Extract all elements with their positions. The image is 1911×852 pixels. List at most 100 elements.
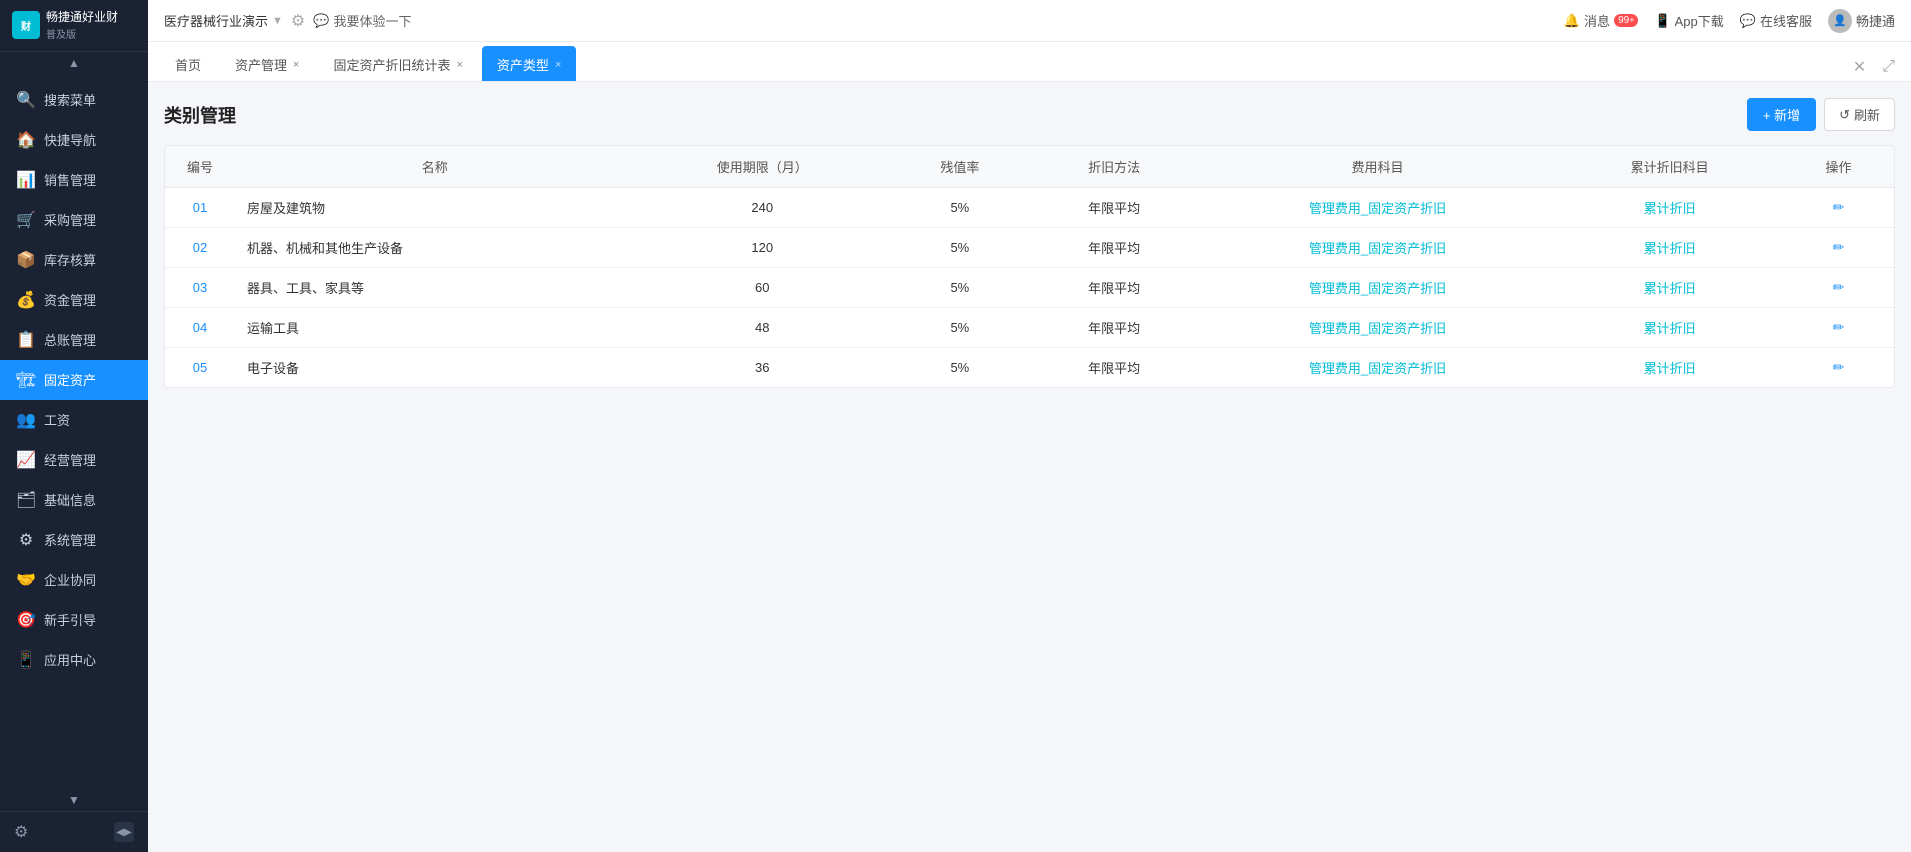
tab-home[interactable]: 首页 [160, 46, 216, 81]
cell-action[interactable]: ✏ [1783, 308, 1894, 348]
online-service-button[interactable]: 💬 在线客服 [1740, 11, 1812, 30]
sidebar-icon-inventory: 📦 [16, 250, 36, 270]
table-header-col: 名称 [235, 146, 635, 188]
tab-label-asset-type: 资产类型 [497, 55, 549, 74]
tab-depreciation-table[interactable]: 固定资产折旧统计表 × [318, 46, 477, 81]
cell-id: 04 [165, 308, 235, 348]
topbar-right: 🔔 消息 99+ 📱 App下载 💬 在线客服 👤 畅捷通 [1564, 9, 1895, 33]
sidebar-icon-purchase: 🛒 [16, 210, 36, 230]
sidebar-item-quicknav[interactable]: 🏠 快捷导航 [0, 120, 148, 160]
service-icon: 💬 [1740, 13, 1756, 29]
table-header-col: 累计折旧科目 [1556, 146, 1782, 188]
cell-expense: 管理费用_固定资产折旧 [1199, 228, 1557, 268]
cell-action[interactable]: ✏ [1783, 228, 1894, 268]
cell-residual: 5% [890, 228, 1030, 268]
sidebar-item-ledger[interactable]: 📋 总账管理 [0, 320, 148, 360]
cell-action[interactable]: ✏ [1783, 188, 1894, 228]
refresh-button[interactable]: ↺ 刷新 [1824, 98, 1895, 131]
sidebar-scroll-down[interactable]: ▼ [0, 789, 148, 811]
cell-method: 年限平均 [1030, 348, 1199, 388]
tab-close-asset-type[interactable]: × [555, 59, 561, 71]
sidebar-item-guide[interactable]: 🎯 新手引导 [0, 600, 148, 640]
edit-icon[interactable]: ✏ [1833, 239, 1845, 255]
app-download-label: App下载 [1675, 11, 1724, 30]
sidebar-item-basic-info[interactable]: 🗂 基础信息 [0, 480, 148, 520]
refresh-icon: ↺ [1839, 107, 1850, 123]
cell-id: 02 [165, 228, 235, 268]
sidebar-item-system[interactable]: ⚙ 系统管理 [0, 520, 148, 560]
sidebar-label-search: 搜索菜单 [44, 90, 96, 109]
sidebar-icon-system: ⚙ [16, 530, 36, 550]
sidebar-label-cooperation: 企业协同 [44, 570, 96, 589]
tab-label-depreciation-table: 固定资产折旧统计表 [333, 55, 450, 74]
sidebar-item-search[interactable]: 🔍 搜索菜单 [0, 80, 148, 120]
sidebar-item-inventory[interactable]: 📦 库存核算 [0, 240, 148, 280]
sidebar-nav: 🔍 搜索菜单 🏠 快捷导航 📊 销售管理 🛒 采购管理 📦 库存核算 💰 资金管… [0, 74, 148, 789]
cell-action[interactable]: ✏ [1783, 348, 1894, 388]
table-header: 编号名称使用期限（月）残值率折旧方法费用科目累计折旧科目操作 [165, 146, 1894, 188]
edit-icon[interactable]: ✏ [1833, 279, 1845, 295]
sidebar-item-app-center[interactable]: 📱 应用中心 [0, 640, 148, 680]
cell-method: 年限平均 [1030, 268, 1199, 308]
page-header: 类别管理 + 新增 ↺ 刷新 [164, 98, 1895, 131]
tab-asset-manage[interactable]: 资产管理× [220, 46, 314, 81]
content-area: 类别管理 + 新增 ↺ 刷新 编号名称使用期限（月）残值率折旧方法费用科目累计折… [148, 82, 1911, 852]
topbar-settings-icon[interactable]: ⚙ [291, 11, 305, 31]
tab-asset-type[interactable]: 资产类型 × [482, 46, 576, 81]
user-profile[interactable]: 👤 畅捷通 [1828, 9, 1895, 33]
sidebar-item-operations[interactable]: 📈 经营管理 [0, 440, 148, 480]
cell-accumulated: 累计折旧 [1556, 188, 1782, 228]
cell-action[interactable]: ✏ [1783, 268, 1894, 308]
experience-text: 我要体验一下 [333, 11, 411, 30]
expand-tab-icon[interactable]: ⤢ [1878, 54, 1899, 80]
table-row: 03 器具、工具、家具等 60 5% 年限平均 管理费用_固定资产折旧 累计折旧… [165, 268, 1894, 308]
sidebar-label-quicknav: 快捷导航 [44, 130, 96, 149]
app-download-button[interactable]: 📱 App下载 [1654, 11, 1723, 30]
sidebar-item-purchase[interactable]: 🛒 采购管理 [0, 200, 148, 240]
cell-name: 运输工具 [235, 308, 635, 348]
sidebar-scroll-up[interactable]: ▲ [0, 52, 148, 74]
table-header-col: 使用期限（月） [635, 146, 890, 188]
table-row: 04 运输工具 48 5% 年限平均 管理费用_固定资产折旧 累计折旧 ✏ [165, 308, 1894, 348]
sidebar-icon-basic-info: 🗂 [16, 490, 36, 510]
notification-badge: 99+ [1614, 14, 1638, 27]
topbar: 医疗器械行业演示 ▼ ⚙ 💬 我要体验一下 🔔 消息 99+ 📱 App下载 💬… [148, 0, 1911, 42]
experience-button[interactable]: 💬 我要体验一下 [313, 11, 411, 30]
sidebar-item-sales[interactable]: 📊 销售管理 [0, 160, 148, 200]
asset-type-table: 编号名称使用期限（月）残值率折旧方法费用科目累计折旧科目操作 01 房屋及建筑物… [164, 145, 1895, 388]
sidebar-collapse-btn[interactable]: ◀▶ [114, 822, 134, 842]
settings-icon[interactable]: ⚙ [14, 822, 28, 842]
online-service-label: 在线客服 [1760, 11, 1812, 30]
company-selector[interactable]: 医疗器械行业演示 ▼ [164, 11, 283, 30]
sidebar-item-payroll[interactable]: 👥 工资 [0, 400, 148, 440]
topbar-left: 医疗器械行业演示 ▼ ⚙ 💬 我要体验一下 [164, 11, 411, 31]
cell-method: 年限平均 [1030, 308, 1199, 348]
cell-months: 48 [635, 308, 890, 348]
sidebar-item-capital[interactable]: 💰 资金管理 [0, 280, 148, 320]
notification-button[interactable]: 🔔 消息 99+ [1564, 11, 1639, 30]
cell-name: 电子设备 [235, 348, 635, 388]
edit-icon[interactable]: ✏ [1833, 359, 1845, 375]
cell-months: 120 [635, 228, 890, 268]
sidebar-item-cooperation[interactable]: 🤝 企业协同 [0, 560, 148, 600]
table-header-col: 操作 [1783, 146, 1894, 188]
sidebar-icon-app-center: 📱 [16, 650, 36, 670]
edit-icon[interactable]: ✏ [1833, 319, 1845, 335]
sidebar-label-basic-info: 基础信息 [44, 490, 96, 509]
close-tab-icon[interactable]: ✕ [1849, 53, 1870, 81]
cell-expense: 管理费用_固定资产折旧 [1199, 268, 1557, 308]
sidebar-icon-search: 🔍 [16, 90, 36, 110]
cell-months: 36 [635, 348, 890, 388]
sidebar-label-capital: 资金管理 [44, 290, 96, 309]
cell-name: 机器、机械和其他生产设备 [235, 228, 635, 268]
cell-expense: 管理费用_固定资产折旧 [1199, 348, 1557, 388]
table-header-col: 编号 [165, 146, 235, 188]
edit-icon[interactable]: ✏ [1833, 199, 1845, 215]
experience-icon: 💬 [313, 13, 329, 29]
sidebar-label-payroll: 工资 [44, 410, 70, 429]
tab-close-depreciation-table[interactable]: × [456, 59, 462, 71]
sidebar-item-fixed-assets[interactable]: 🏗 固定资产 [0, 360, 148, 400]
new-button[interactable]: + 新增 [1747, 98, 1816, 131]
tab-close-asset-manage[interactable]: × [293, 59, 299, 71]
table-row: 05 电子设备 36 5% 年限平均 管理费用_固定资产折旧 累计折旧 ✏ [165, 348, 1894, 388]
